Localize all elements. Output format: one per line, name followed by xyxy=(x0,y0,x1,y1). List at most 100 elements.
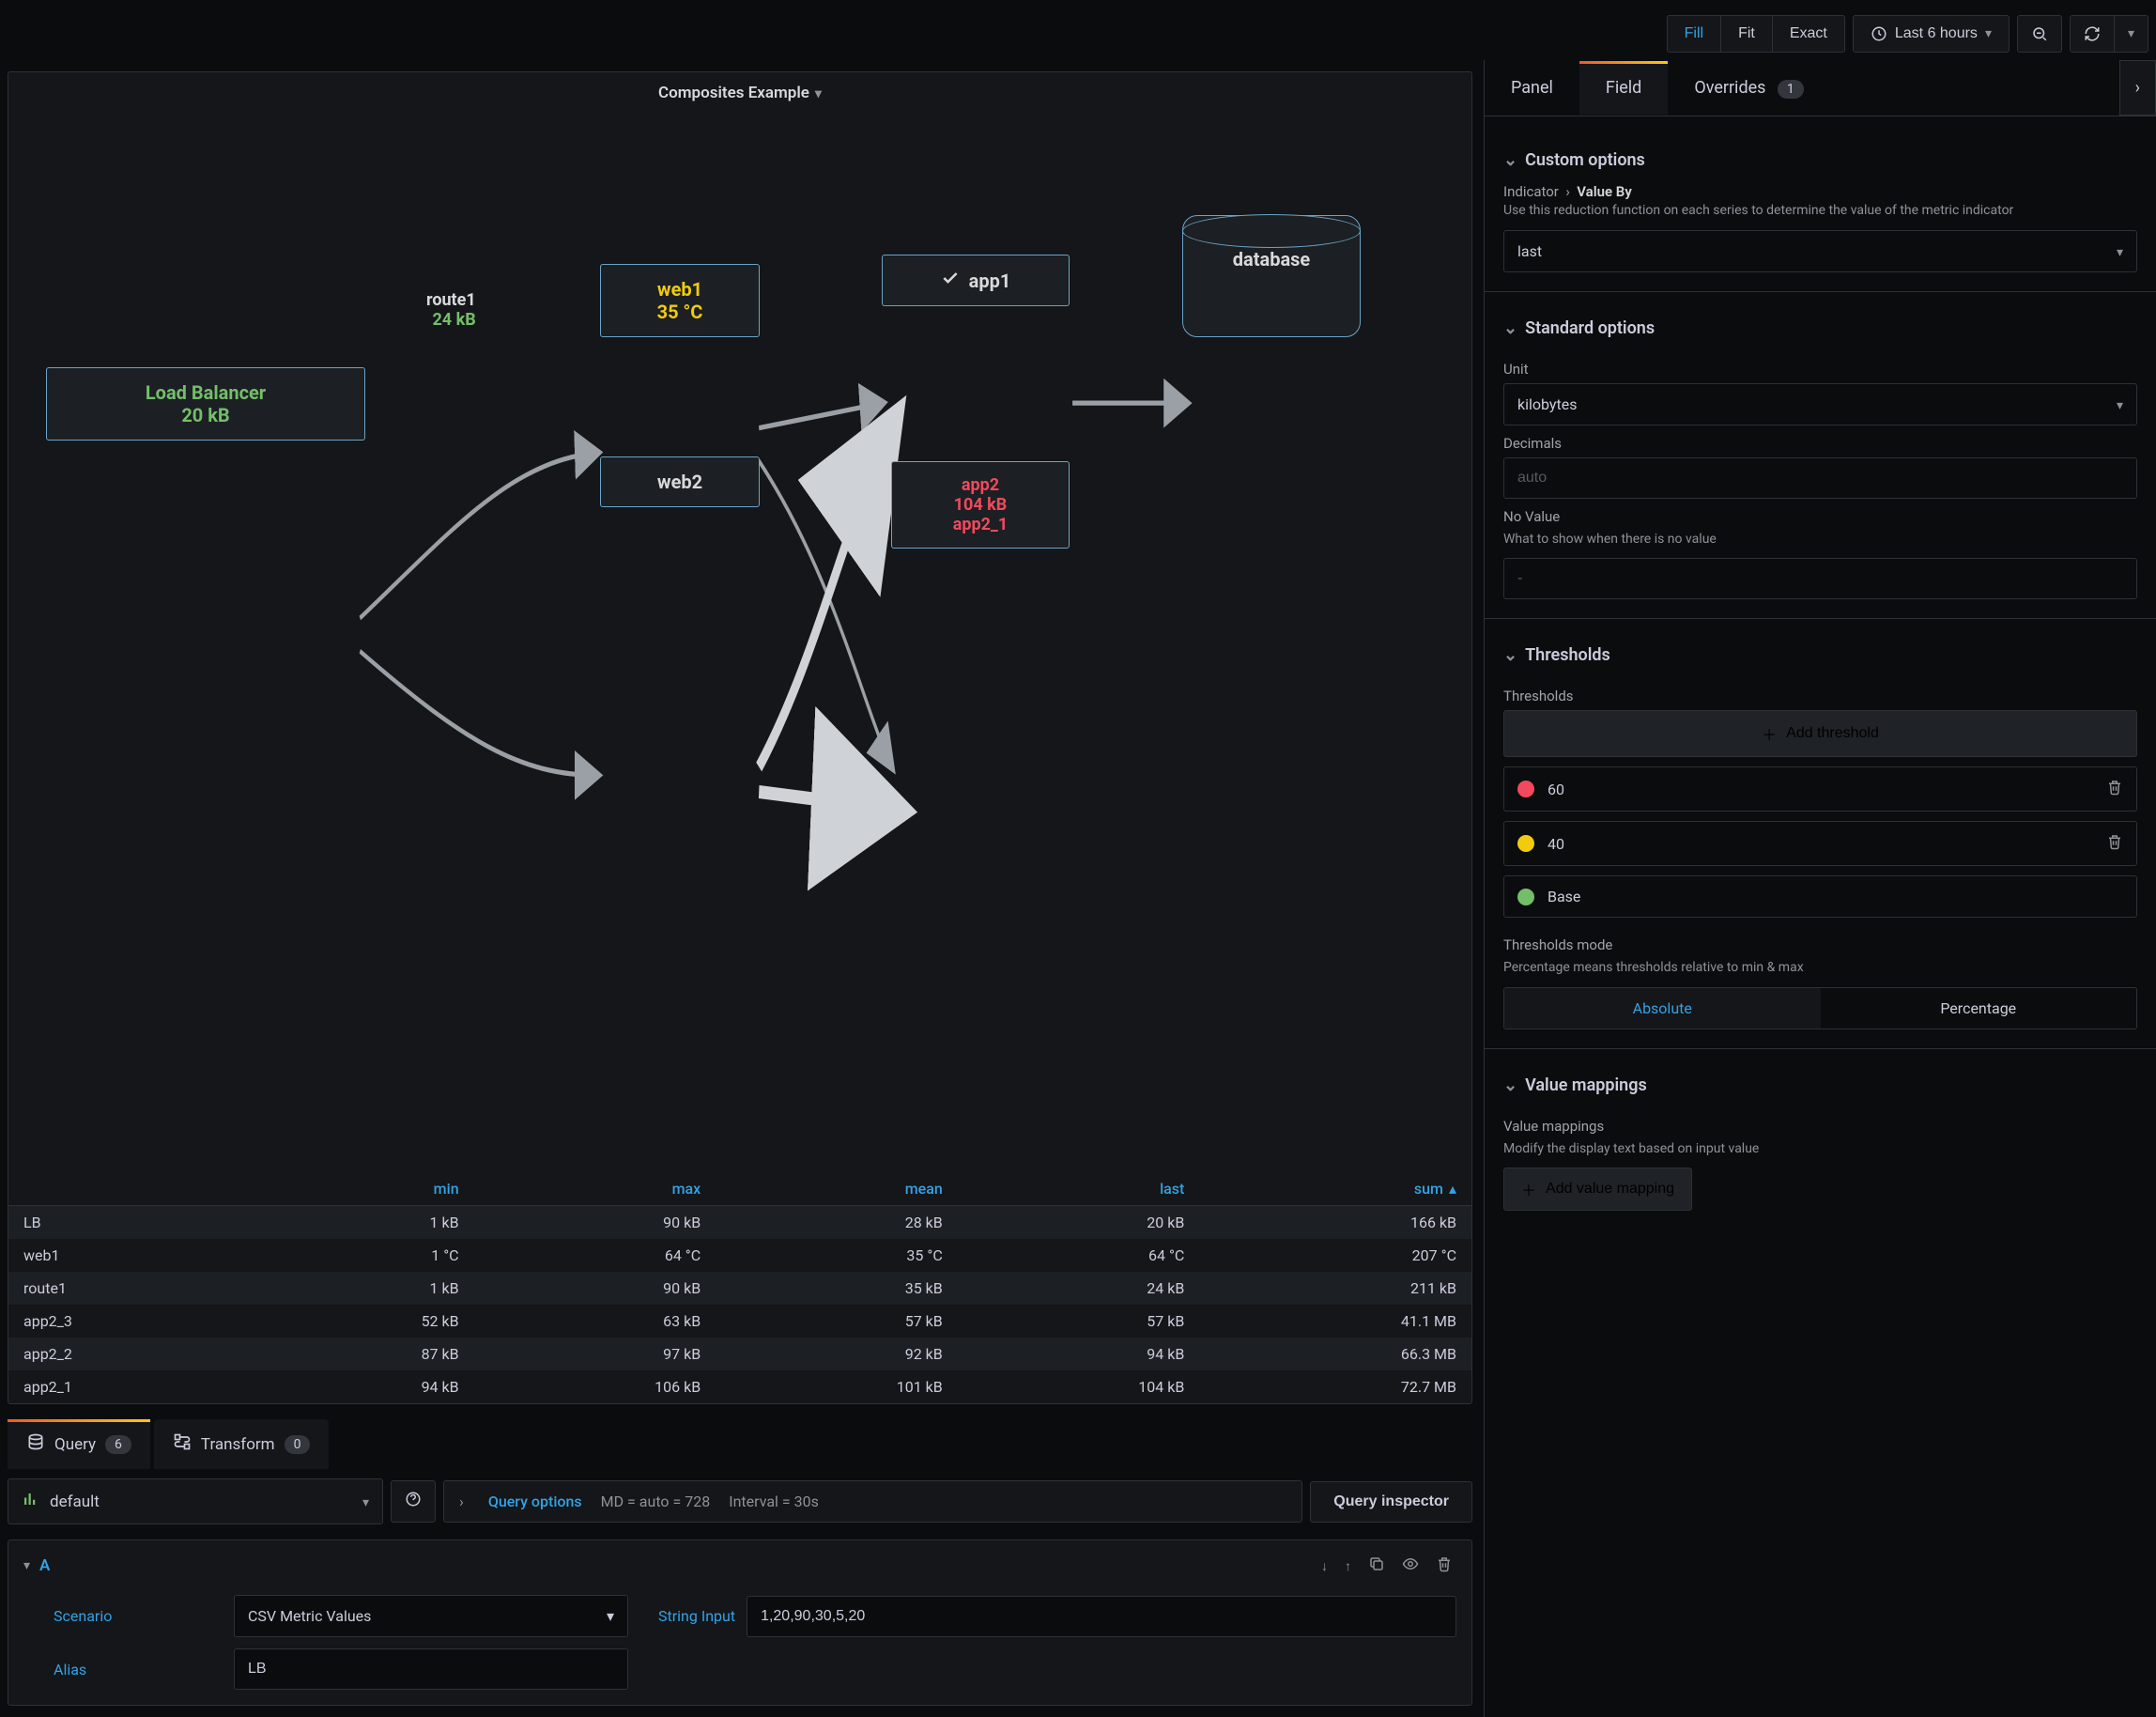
threshold-row[interactable]: 40 xyxy=(1503,821,2137,866)
node-web1-value: 35 °C xyxy=(618,301,742,323)
fit-button[interactable]: Fit xyxy=(1721,16,1773,52)
col-mean[interactable]: mean xyxy=(716,1172,958,1206)
caret-down-icon: ▾ xyxy=(607,1607,614,1625)
table-cell: 24 kB xyxy=(958,1272,1200,1305)
diagram-area: Load Balancer 20 kB route1 24 kB web1 35… xyxy=(8,114,1471,1172)
trash-icon[interactable] xyxy=(2106,833,2123,854)
col-sum[interactable]: sum▴ xyxy=(1199,1172,1471,1206)
collapse-side-button[interactable]: › xyxy=(2119,60,2156,116)
datasource-select[interactable]: default xyxy=(8,1478,383,1524)
section-standard-head[interactable]: ⌄ Standard options xyxy=(1503,311,2137,351)
table-cell: app2_2 xyxy=(8,1338,259,1370)
exact-button[interactable]: Exact xyxy=(1773,16,1844,52)
threshold-row[interactable]: Base xyxy=(1503,875,2137,918)
node-app2-value: 104 kB xyxy=(909,495,1052,515)
tab-overrides[interactable]: Overrides 1 xyxy=(1668,61,1829,115)
zoom-out-button[interactable] xyxy=(2017,15,2062,53)
add-value-mapping-label: Add value mapping xyxy=(1546,1181,1674,1198)
query-options-bar[interactable]: › Query options MD = auto = 728 Interval… xyxy=(443,1480,1302,1523)
thresholds-mode-absolute[interactable]: Absolute xyxy=(1504,988,1821,1029)
thresholds-mode-percentage[interactable]: Percentage xyxy=(1821,988,2137,1029)
refresh-interval-button[interactable] xyxy=(2115,16,2148,52)
table-row: web11 °C64 °C35 °C64 °C207 °C xyxy=(8,1239,1471,1272)
string-input-field[interactable] xyxy=(747,1596,1456,1637)
node-app2: app2 104 kB app2_1 xyxy=(891,461,1070,549)
alias-field[interactable] xyxy=(234,1648,628,1690)
section-thresholds-head[interactable]: ⌄ Thresholds xyxy=(1503,638,2137,678)
threshold-value[interactable]: Base xyxy=(1548,888,2123,905)
col-last[interactable]: last xyxy=(958,1172,1200,1206)
table-row: app2_287 kB97 kB92 kB94 kB66.3 MB xyxy=(8,1338,1471,1370)
tab-query-label: Query xyxy=(54,1435,96,1454)
col-max[interactable]: max xyxy=(474,1172,716,1206)
table-cell: app2_3 xyxy=(8,1305,259,1338)
toggle-visibility-icon[interactable] xyxy=(1398,1552,1423,1580)
query-row: A ↓ ↑ Scenario xyxy=(8,1539,1472,1706)
edge-route1-name: route1 xyxy=(426,290,476,310)
panel-title[interactable]: Composites Example xyxy=(8,72,1471,114)
novalue-desc: What to show when there is no value xyxy=(1503,531,2137,549)
decimals-input[interactable] xyxy=(1503,457,2137,499)
table-cell: 97 kB xyxy=(474,1338,716,1370)
thresholds-mode-toggle: Absolute Percentage xyxy=(1503,987,2137,1029)
table-cell: 87 kB xyxy=(259,1338,474,1370)
datasource-help-button[interactable] xyxy=(391,1480,436,1523)
zoom-mode-group: Fill Fit Exact xyxy=(1667,15,1845,53)
table-row: LB1 kB90 kB28 kB20 kB166 kB xyxy=(8,1206,1471,1240)
section-thresholds-title: Thresholds xyxy=(1525,645,1610,665)
novalue-input[interactable] xyxy=(1503,558,2137,599)
query-inspector-button[interactable]: Query inspector xyxy=(1310,1481,1472,1523)
table-cell: web1 xyxy=(8,1239,259,1272)
chevron-down-icon xyxy=(1985,25,1992,42)
fill-button[interactable]: Fill xyxy=(1668,16,1721,52)
move-down-icon[interactable]: ↓ xyxy=(1317,1555,1332,1578)
duplicate-icon[interactable] xyxy=(1364,1552,1389,1580)
threshold-value[interactable]: 40 xyxy=(1548,835,2093,853)
chevron-down-icon[interactable] xyxy=(23,1558,30,1573)
table-cell: 41.1 MB xyxy=(1199,1305,1471,1338)
section-custom-head[interactable]: ⌄ Custom options xyxy=(1503,143,2137,183)
section-standard-title: Standard options xyxy=(1525,318,1655,338)
database-icon xyxy=(26,1432,45,1456)
threshold-color-dot[interactable] xyxy=(1517,889,1534,905)
chevron-down-icon xyxy=(815,84,822,102)
help-icon xyxy=(405,1491,422,1512)
tab-field[interactable]: Field xyxy=(1579,61,1668,115)
delete-icon[interactable] xyxy=(1432,1552,1456,1580)
table-cell: 94 kB xyxy=(259,1370,474,1403)
chevron-down-icon: ⌄ xyxy=(1503,645,1517,665)
check-icon xyxy=(941,269,960,292)
timerange-picker[interactable]: Last 6 hours xyxy=(1853,15,2010,53)
threshold-value[interactable]: 60 xyxy=(1548,781,2093,798)
query-options-interval: Interval = 30s xyxy=(729,1493,819,1510)
alias-label: Alias xyxy=(54,1649,223,1690)
value-by-select[interactable]: last xyxy=(1503,230,2137,272)
add-value-mapping-button[interactable]: ＋ Add value mapping xyxy=(1503,1168,1692,1211)
plus-icon: ＋ xyxy=(1521,1178,1536,1200)
chevron-down-icon xyxy=(2117,395,2123,413)
tab-query[interactable]: Query 6 xyxy=(8,1419,150,1469)
node-web2: web2 xyxy=(600,456,760,507)
move-up-icon[interactable]: ↑ xyxy=(1341,1555,1355,1578)
node-web1-title: web1 xyxy=(618,278,742,301)
threshold-color-dot[interactable] xyxy=(1517,781,1534,797)
col-name[interactable] xyxy=(8,1172,259,1206)
threshold-row[interactable]: 60 xyxy=(1503,766,2137,812)
threshold-color-dot[interactable] xyxy=(1517,835,1534,852)
section-value-mappings-head[interactable]: ⌄ Value mappings xyxy=(1503,1068,2137,1108)
section-custom: ⌄ Custom options Indicator › Value By Us… xyxy=(1503,143,2137,272)
add-threshold-label: Add threshold xyxy=(1786,725,1879,742)
table-cell: 1 °C xyxy=(259,1239,474,1272)
refresh-button[interactable] xyxy=(2071,16,2115,52)
tab-transform[interactable]: Transform 0 xyxy=(154,1419,330,1469)
unit-select[interactable]: kilobytes xyxy=(1503,383,2137,425)
tab-transform-count: 0 xyxy=(285,1435,311,1454)
col-min[interactable]: min xyxy=(259,1172,474,1206)
trash-icon[interactable] xyxy=(2106,779,2123,799)
scenario-select[interactable]: CSV Metric Values ▾ xyxy=(234,1595,628,1637)
top-toolbar: Fill Fit Exact Last 6 hours xyxy=(0,0,2156,60)
tab-panel[interactable]: Panel xyxy=(1485,61,1579,115)
chevron-right-icon: › xyxy=(2135,78,2140,98)
chevron-down-icon xyxy=(2117,242,2123,260)
add-threshold-button[interactable]: ＋ Add threshold xyxy=(1503,710,2137,757)
